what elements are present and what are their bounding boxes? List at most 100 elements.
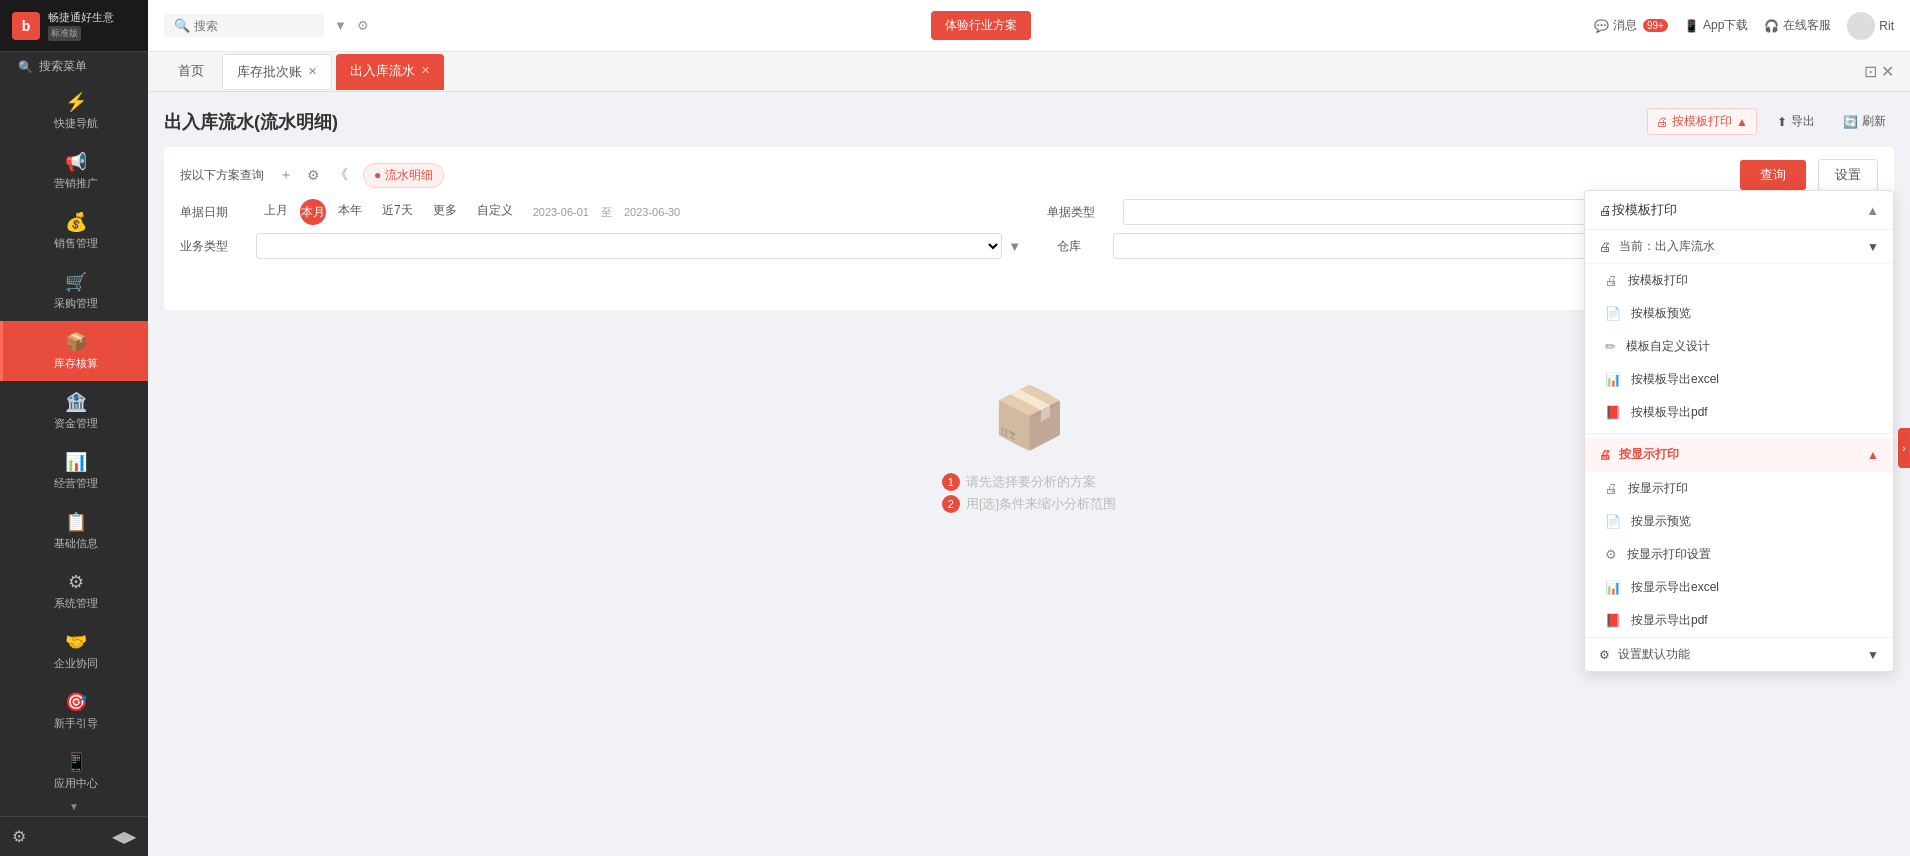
sidebar-item-beginner[interactable]: 🎯 新手引导 [0,681,148,741]
sidebar-item-enterprise[interactable]: 🤝 企业协同 [0,621,148,681]
app-download-btn[interactable]: 📱 App下载 [1684,17,1748,34]
user-avatar-area[interactable]: Rit [1847,12,1894,40]
date-this-month[interactable]: 本月 [300,199,326,225]
header-dropdown-icon[interactable]: ▼ [334,18,347,33]
header-right: 💬 消息 99+ 📱 App下载 🎧 在线客服 Rit [1594,12,1894,40]
date-buttons: 上月 本月 本年 近7天 更多 自定义 [256,199,521,225]
dropdown-template-export-pdf[interactable]: 📕 按模板导出pdf [1585,396,1893,429]
filter-section-label: 按以下方案查询 [180,167,264,184]
date-more[interactable]: 更多 [425,199,465,225]
dropdown-footer[interactable]: ⚙ 设置默认功能 ▼ [1585,637,1893,671]
tab-batch-account[interactable]: 库存批次账 ✕ [222,54,332,90]
logo-icon: b [12,12,40,40]
display-print-section-header[interactable]: 🖨 按显示打印 ▲ [1585,438,1893,472]
date-range-end: 2023-06-30 [624,206,680,218]
current-template-arrow: ▼ [1867,240,1879,254]
app-name: 畅捷通好生意 [48,10,114,24]
tag-icon: ● [374,168,381,182]
sidebar-item-inventory[interactable]: 📦 库存核算 [0,321,148,381]
sales-icon: 💰 [65,211,87,233]
header-search-container: 🔍 [164,14,324,37]
dropdown-display-print-settings[interactable]: ⚙ 按显示打印设置 [1585,538,1893,571]
template-print-dropdown: 🖨 按模板打印 ▲ 🖨 当前：出入库流水 ▼ 🖨 按模板打印 📄 按模板预览 ✏… [1584,190,1894,672]
tab-in-out-flow-close[interactable]: ✕ [421,64,430,77]
page-title: 出入库流水(流水明细) [164,110,338,134]
filter-settings-icon[interactable]: ⚙ [304,164,323,186]
settings-gear-icon[interactable]: ⚙ [12,827,26,846]
dropdown-template-custom[interactable]: ✏ 模板自定义设计 [1585,330,1893,363]
sidebar-item-system[interactable]: ⚙ 系统管理 [0,561,148,621]
refresh-btn[interactable]: 🔄 刷新 [1835,109,1894,134]
sidebar-item-finance[interactable]: 🏦 资金管理 [0,381,148,441]
header-search-input[interactable] [194,19,314,33]
date-last-month[interactable]: 上月 [256,199,296,225]
user-avatar [1847,12,1875,40]
sidebar-search-label: 搜索菜单 [39,58,87,75]
date-label: 单据日期 [180,204,240,221]
query-button[interactable]: 查询 [1740,160,1806,190]
display-excel-icon: 📊 [1605,580,1621,595]
message-btn[interactable]: 💬 消息 99+ [1594,17,1668,34]
sidebar-item-basic-info[interactable]: 📋 基础信息 [0,501,148,561]
sidebar-collapse-icon[interactable]: ◀▶ [112,827,136,846]
dropdown-title: 按模板打印 [1612,201,1677,219]
close-all-icon[interactable]: ✕ [1881,62,1894,81]
empty-tips: 1 请先选择要分析的方案 2 用[选]条件来缩小分析范围 [942,469,1116,517]
date-last-7-days[interactable]: 近7天 [374,199,421,225]
template-preview-icon: 📄 [1605,306,1621,321]
marketing-icon: 📢 [65,151,87,173]
current-template-icon: 🖨 [1599,240,1611,254]
print-icon: 🖨 [1656,115,1668,129]
industry-btn[interactable]: 体验行业方案 [931,11,1031,40]
settings-button[interactable]: 设置 [1818,159,1878,191]
template-pdf-icon: 📕 [1605,405,1621,420]
filter-add-row: 按以下方案查询 ＋ ⚙ 《 ● 流水明细 查询 设置 [180,159,1878,191]
tab-in-out-flow[interactable]: 出入库流水 ✕ [336,54,444,90]
page-actions: 🖨 按模板打印 ▲ ⬆ 导出 🔄 刷新 [1647,108,1894,135]
export-btn[interactable]: ⬆ 导出 [1769,109,1823,134]
date-custom[interactable]: 自定义 [469,199,521,225]
tab-home[interactable]: 首页 [164,54,218,90]
message-icon: 💬 [1594,19,1609,33]
filter-tag[interactable]: ● 流水明细 [363,163,444,188]
sidebar-item-sales[interactable]: 💰 销售管理 [0,201,148,261]
date-filter-group: 上月 本月 本年 近7天 更多 自定义 2023-06-01 至 2023-06… [256,199,1011,225]
header-left: 🔍 ▼ ⚙ [164,14,369,37]
dropdown-display-print[interactable]: 🖨 按显示打印 [1585,472,1893,505]
dropdown-display-export-pdf[interactable]: 📕 按显示导出pdf [1585,604,1893,637]
dropdown-template-print[interactable]: 🖨 按模板打印 [1585,264,1893,297]
dropdown-collapse-icon[interactable]: ▲ [1866,203,1879,218]
right-expand-tab[interactable]: › [1898,428,1910,468]
online-service-btn[interactable]: 🎧 在线客服 [1764,17,1831,34]
dropdown-template-preview[interactable]: 📄 按模板预览 [1585,297,1893,330]
sidebar-item-app-center[interactable]: 📱 应用中心 [0,741,148,797]
app-download-icon: 📱 [1684,19,1699,33]
sidebar-item-operations[interactable]: 📊 经营管理 [0,441,148,501]
business-dropdown-icon[interactable]: ▼ [1008,239,1021,254]
template-excel-icon: 📊 [1605,372,1621,387]
filter-collapse-icon[interactable]: 《 [331,163,351,187]
app-center-icon: 📱 [65,751,87,773]
sidebar-item-marketing[interactable]: 📢 营销推广 [0,141,148,201]
tab-batch-account-close[interactable]: ✕ [308,65,317,78]
sidebar: b 畅捷通好生意 标准版 🔍 搜索菜单 ⚡ 快捷导航 📢 营销推广 💰 销售管理… [0,0,148,856]
dropdown-template-export-excel[interactable]: 📊 按模板导出excel [1585,363,1893,396]
sidebar-scroll-down[interactable]: ▼ [0,797,148,816]
display-print-collapse-icon[interactable]: ▲ [1867,448,1879,462]
sidebar-search[interactable]: 🔍 搜索菜单 [0,52,148,81]
purchase-icon: 🛒 [65,271,87,293]
template-print-btn[interactable]: 🖨 按模板打印 ▲ [1647,108,1757,135]
header-search-icon: 🔍 [174,18,190,33]
business-type-select[interactable] [256,233,1002,259]
date-this-year[interactable]: 本年 [330,199,370,225]
header-settings-icon[interactable]: ⚙ [357,18,369,33]
basic-info-icon: 📋 [65,511,87,533]
page-content: 出入库流水(流水明细) 🖨 按模板打印 ▲ ⬆ 导出 🔄 刷新 [148,92,1910,856]
settings-default-icon: ⚙ [1599,648,1610,662]
expand-icon[interactable]: ⊡ [1864,62,1877,81]
dropdown-display-preview[interactable]: 📄 按显示预览 [1585,505,1893,538]
add-filter-btn[interactable]: ＋ [276,163,296,187]
sidebar-item-purchase[interactable]: 🛒 采购管理 [0,261,148,321]
dropdown-display-export-excel[interactable]: 📊 按显示导出excel [1585,571,1893,604]
sidebar-item-quick-nav[interactable]: ⚡ 快捷导航 [0,81,148,141]
